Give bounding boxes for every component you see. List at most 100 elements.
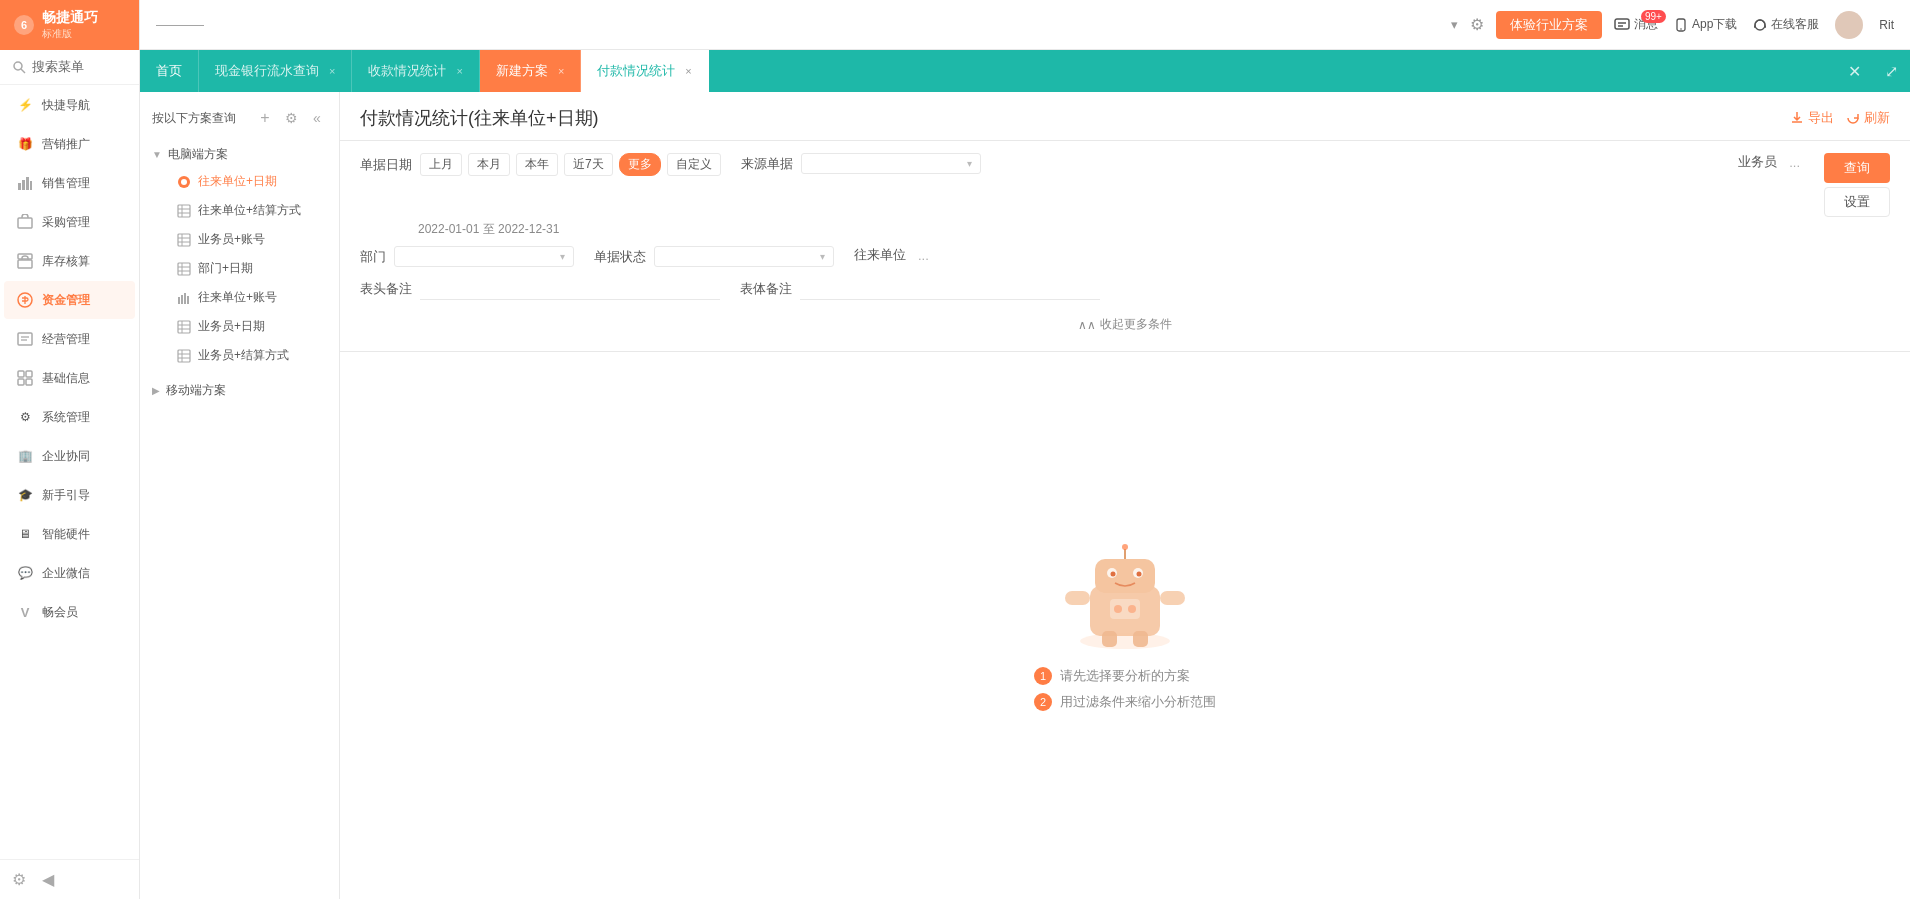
sidebar-item-yingxiao[interactable]: 🎁 营销推广 xyxy=(4,125,135,163)
add-scheme-icon[interactable]: + xyxy=(255,108,275,128)
sidebar-bottom: ⚙ ◀ xyxy=(0,859,139,899)
table-icon-2 xyxy=(176,232,192,248)
svg-rect-15 xyxy=(18,371,24,377)
mobile-group-header[interactable]: ▶ 移动端方案 xyxy=(152,378,327,403)
collapse-panel-icon[interactable]: « xyxy=(307,108,327,128)
system-icon: ⚙ xyxy=(16,408,34,426)
filter-row-1: 单据日期 上月 本月 本年 近7天 更多 自定义 来源单据 xyxy=(360,153,1890,217)
source-select[interactable]: ▾ xyxy=(801,153,981,174)
tab-bank-close[interactable]: × xyxy=(329,65,335,77)
expand-icon[interactable]: ⤢ xyxy=(1873,62,1910,81)
tab-receipts-close[interactable]: × xyxy=(456,65,462,77)
close-all-icon[interactable]: ✕ xyxy=(1836,62,1873,81)
empty-state: 1 请先选择要分析的方案 2 用过滤条件来缩小分析范围 xyxy=(340,352,1910,899)
page-title: 付款情况统计(往来单位+日期) xyxy=(360,106,599,130)
headset-icon xyxy=(1753,18,1767,32)
sidebar-item-kucun[interactable]: 库存核算 xyxy=(4,242,135,280)
filter-row-3: 表头备注 表体备注 xyxy=(360,277,1890,300)
tab-receipts[interactable]: 收款情况统计 × xyxy=(352,50,479,92)
message-badge: 99+ xyxy=(1641,10,1666,23)
note-body-input[interactable] xyxy=(800,277,1100,300)
collapse-label: 收起更多条件 xyxy=(1100,316,1172,333)
scheme-settings-icon[interactable]: ⚙ xyxy=(281,108,301,128)
refresh-icon xyxy=(1846,111,1860,125)
sidebar-item-qiye[interactable]: 🏢 企业协同 xyxy=(4,437,135,475)
more-btn[interactable]: 更多 xyxy=(619,153,661,176)
sidebar-item-label: 智能硬件 xyxy=(42,526,90,543)
scheme-staff-date[interactable]: 业务员+日期 xyxy=(152,312,327,341)
query-button[interactable]: 查询 xyxy=(1824,153,1890,183)
topbar-title: ———— xyxy=(156,18,1439,32)
staff-dots: ... xyxy=(1789,155,1800,170)
trial-button[interactable]: 体验行业方案 xyxy=(1496,11,1602,39)
sidebar-item-weixin[interactable]: 💬 企业微信 xyxy=(4,554,135,592)
svg-point-65 xyxy=(1114,605,1122,613)
tab-payment[interactable]: 付款情况统计 × xyxy=(581,50,708,92)
collapse-sidebar-icon[interactable]: ◀ xyxy=(42,870,54,889)
sidebar-search[interactable]: 搜索菜单 xyxy=(0,50,139,85)
scheme-company-account[interactable]: 往来单位+账号 xyxy=(152,283,327,312)
sidebar-item-zijin[interactable]: 资金管理 xyxy=(4,281,135,319)
tab-bank[interactable]: 现金银行流水查询 × xyxy=(199,50,352,92)
filter-area: 单据日期 上月 本月 本年 近7天 更多 自定义 来源单据 xyxy=(340,141,1910,352)
status-select[interactable]: ▾ xyxy=(654,246,834,267)
last-7days-btn[interactable]: 近7天 xyxy=(564,153,613,176)
note-header-input[interactable] xyxy=(420,277,720,300)
custom-btn[interactable]: 自定义 xyxy=(667,153,721,176)
desktop-group-header[interactable]: ▼ 电脑端方案 xyxy=(152,142,327,167)
scheme-company-date[interactable]: 往来单位+日期 xyxy=(152,167,327,196)
robot-illustration xyxy=(1060,541,1190,651)
date-options: 上月 本月 本年 近7天 更多 自定义 xyxy=(420,153,721,176)
sidebar-item-hui[interactable]: V 畅会员 xyxy=(4,593,135,631)
staff-filter: 业务员 ... xyxy=(1738,153,1804,171)
sidebar-item-jingying[interactable]: 经营管理 xyxy=(4,320,135,358)
scheme-staff-account[interactable]: 业务员+账号 xyxy=(152,225,327,254)
set-button[interactable]: 设置 xyxy=(1824,187,1890,217)
messages-button[interactable]: 消息 99+ xyxy=(1614,16,1658,33)
scheme-dept-date[interactable]: 部门+日期 xyxy=(152,254,327,283)
scheme-staff-settle[interactable]: 业务员+结算方式 xyxy=(152,341,327,370)
tabbar-right: ✕ ⤢ xyxy=(1836,50,1910,92)
tab-payment-close[interactable]: × xyxy=(685,65,691,77)
sidebar-item-kuaijie[interactable]: ⚡ 快捷导航 xyxy=(4,86,135,124)
dropdown-arrow[interactable]: ▾ xyxy=(1451,17,1458,32)
dept-select[interactable]: ▾ xyxy=(394,246,574,267)
username-label[interactable]: Rit xyxy=(1879,18,1894,32)
refresh-button[interactable]: 刷新 xyxy=(1846,109,1890,127)
svg-rect-7 xyxy=(30,181,32,190)
tab-new-close[interactable]: × xyxy=(558,65,564,77)
scheme-dept-date-label: 部门+日期 xyxy=(198,260,253,277)
this-year-btn[interactable]: 本年 xyxy=(516,153,558,176)
svg-rect-24 xyxy=(1764,25,1766,28)
export-button[interactable]: 导出 xyxy=(1790,109,1834,127)
tab-home[interactable]: 首页 xyxy=(140,50,199,92)
tab-new[interactable]: 新建方案 × xyxy=(480,50,581,92)
sidebar-item-xitong[interactable]: ⚙ 系统管理 xyxy=(4,398,135,436)
date-range-display: 2022-01-01 至 2022-12-31 xyxy=(360,221,1890,238)
finance-icon xyxy=(16,291,34,309)
sidebar-item-jichu[interactable]: 基础信息 xyxy=(4,359,135,397)
basic-icon xyxy=(16,369,34,387)
sidebar-item-caigou[interactable]: 采购管理 xyxy=(4,203,135,241)
collapse-button[interactable]: ∧∧ 收起更多条件 xyxy=(360,310,1890,339)
scheme-company-settle[interactable]: 往来单位+结算方式 xyxy=(152,196,327,225)
sidebar-item-label: 营销推广 xyxy=(42,136,90,153)
last-month-btn[interactable]: 上月 xyxy=(420,153,462,176)
sidebar-item-xiaoshou[interactable]: 销售管理 xyxy=(4,164,135,202)
app-download-button[interactable]: App下载 xyxy=(1674,16,1737,33)
settings-bottom-icon[interactable]: ⚙ xyxy=(12,870,26,889)
tab-receipts-label: 收款情况统计 xyxy=(368,62,446,80)
sidebar-item-zhineng[interactable]: 🖥 智能硬件 xyxy=(4,515,135,553)
svg-rect-41 xyxy=(184,293,186,304)
sidebar-item-label: 基础信息 xyxy=(42,370,90,387)
message-icon xyxy=(1614,17,1630,33)
sidebar-item-xinshou[interactable]: 🎓 新手引导 xyxy=(4,476,135,514)
collapse-up-icon: ∧∧ xyxy=(1078,318,1096,332)
svg-rect-42 xyxy=(187,296,189,304)
topbar-settings-icon[interactable]: ⚙ xyxy=(1470,15,1484,34)
online-service-button[interactable]: 在线客服 xyxy=(1753,16,1819,33)
this-month-btn[interactable]: 本月 xyxy=(468,153,510,176)
sidebar-item-label: 库存核算 xyxy=(42,253,90,270)
mobile-group: ▶ 移动端方案 xyxy=(140,374,339,407)
sidebar-item-label: 快捷导航 xyxy=(42,97,90,114)
